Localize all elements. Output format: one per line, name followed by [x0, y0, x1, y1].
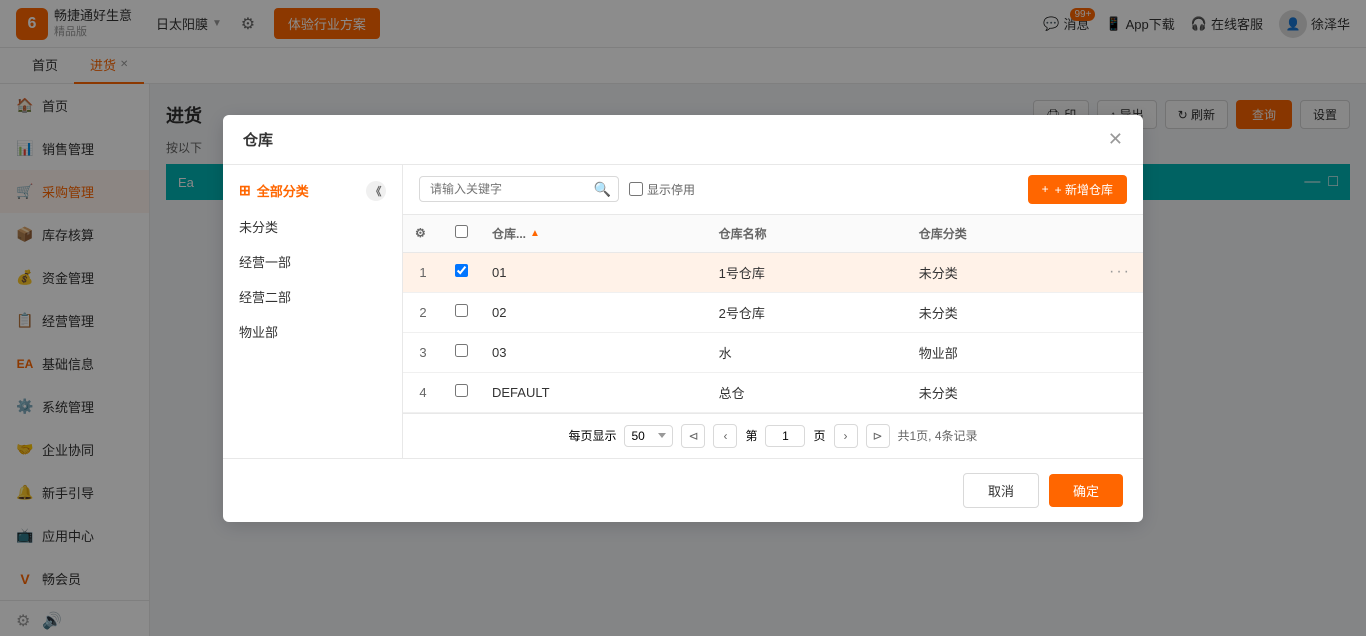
cell-category: 未分类	[907, 292, 1143, 332]
cell-code: DEFAULT	[480, 372, 707, 412]
page-size-select[interactable]: 50 20 100	[624, 425, 673, 447]
page-prev-button[interactable]: ‹	[713, 424, 737, 448]
cell-category: 未分类···	[907, 252, 1143, 292]
modal-title: 仓库	[243, 129, 273, 150]
collapse-button[interactable]: 《	[366, 181, 386, 201]
page-total-info: 共1页, 4条记录	[898, 427, 978, 444]
cell-check[interactable]	[443, 292, 480, 332]
category-item-ops1[interactable]: 经营一部	[223, 244, 402, 279]
table-panel: 🔍 显示停用 + + 新增仓库	[403, 165, 1143, 458]
add-warehouse-button[interactable]: + + 新增仓库	[1028, 175, 1127, 204]
row-actions-icon[interactable]: ···	[1109, 263, 1131, 281]
search-input[interactable]	[419, 176, 619, 202]
warehouse-table: ⚙ 仓库... ▲	[403, 215, 1143, 413]
category-item-unclassified[interactable]: 未分类	[223, 209, 402, 244]
cell-category: 物业部	[907, 332, 1143, 372]
search-wrap: 🔍	[419, 176, 619, 202]
page-next-button[interactable]: ›	[834, 424, 858, 448]
th-gear: ⚙	[403, 215, 443, 253]
page-input[interactable]	[765, 425, 805, 447]
cell-check[interactable]	[443, 252, 480, 292]
warehouse-modal: 仓库 ✕ ⊞ 全部分类 《 未分类 经营一部 经营二部 物业部	[223, 115, 1143, 522]
modal-close-button[interactable]: ✕	[1108, 130, 1123, 148]
cell-check[interactable]	[443, 332, 480, 372]
page-last-button[interactable]: ⊳	[866, 424, 890, 448]
show-disabled-wrap: 显示停用	[629, 181, 695, 198]
th-name: 仓库名称	[707, 215, 907, 253]
cell-index: 1	[403, 252, 443, 292]
table-row[interactable]: 1 01 1号仓库 未分类···	[403, 252, 1143, 292]
gear-icon[interactable]: ⚙	[415, 226, 426, 240]
cell-name: 2号仓库	[707, 292, 907, 332]
category-all[interactable]: ⊞ 全部分类 《	[223, 173, 402, 209]
table-row[interactable]: 3 03 水 物业部	[403, 332, 1143, 372]
cell-code: 02	[480, 292, 707, 332]
select-all-checkbox[interactable]	[455, 225, 468, 238]
show-disabled-checkbox[interactable]	[629, 182, 643, 196]
table-header-row: ⚙ 仓库... ▲	[403, 215, 1143, 253]
category-item-ops2[interactable]: 经营二部	[223, 279, 402, 314]
category-panel: ⊞ 全部分类 《 未分类 经营一部 经营二部 物业部	[223, 165, 403, 458]
th-category: 仓库分类	[907, 215, 1143, 253]
table-body: 1 01 1号仓库 未分类··· 2 02 2号仓库 未分类 3 03 水 物业…	[403, 252, 1143, 412]
pagination: 每页显示 50 20 100 ⊲ ‹ 第 页 › ⊳ 共1页, 4条记录	[403, 413, 1143, 458]
cell-code: 01	[480, 252, 707, 292]
cell-code: 03	[480, 332, 707, 372]
table-row[interactable]: 2 02 2号仓库 未分类	[403, 292, 1143, 332]
cell-name: 总仓	[707, 372, 907, 412]
confirm-button[interactable]: 确定	[1049, 474, 1123, 507]
modal-overlay: 仓库 ✕ ⊞ 全部分类 《 未分类 经营一部 经营二部 物业部	[0, 0, 1366, 636]
modal-header: 仓库 ✕	[223, 115, 1143, 165]
cell-name: 水	[707, 332, 907, 372]
right-toolbar: 🔍 显示停用 + + 新增仓库	[403, 165, 1143, 215]
cell-index: 2	[403, 292, 443, 332]
cell-category: 未分类	[907, 372, 1143, 412]
table-row[interactable]: 4 DEFAULT 总仓 未分类	[403, 372, 1143, 412]
search-icon[interactable]: 🔍	[594, 181, 611, 198]
page-label-before: 第	[745, 427, 757, 444]
grid-icon: ⊞	[239, 182, 251, 199]
cancel-button[interactable]: 取消	[963, 473, 1039, 508]
cell-index: 3	[403, 332, 443, 372]
warehouse-table-wrap: ⚙ 仓库... ▲	[403, 215, 1143, 413]
th-code: 仓库... ▲	[480, 215, 707, 253]
modal-body: ⊞ 全部分类 《 未分类 经营一部 经营二部 物业部 🔍	[223, 165, 1143, 458]
plus-icon: +	[1042, 182, 1049, 196]
cell-name: 1号仓库	[707, 252, 907, 292]
th-check	[443, 215, 480, 253]
sort-icon: ▲	[530, 228, 540, 239]
modal-footer: 取消 确定	[223, 458, 1143, 522]
cell-check[interactable]	[443, 372, 480, 412]
category-item-property[interactable]: 物业部	[223, 314, 402, 349]
page-first-button[interactable]: ⊲	[681, 424, 705, 448]
cell-index: 4	[403, 372, 443, 412]
